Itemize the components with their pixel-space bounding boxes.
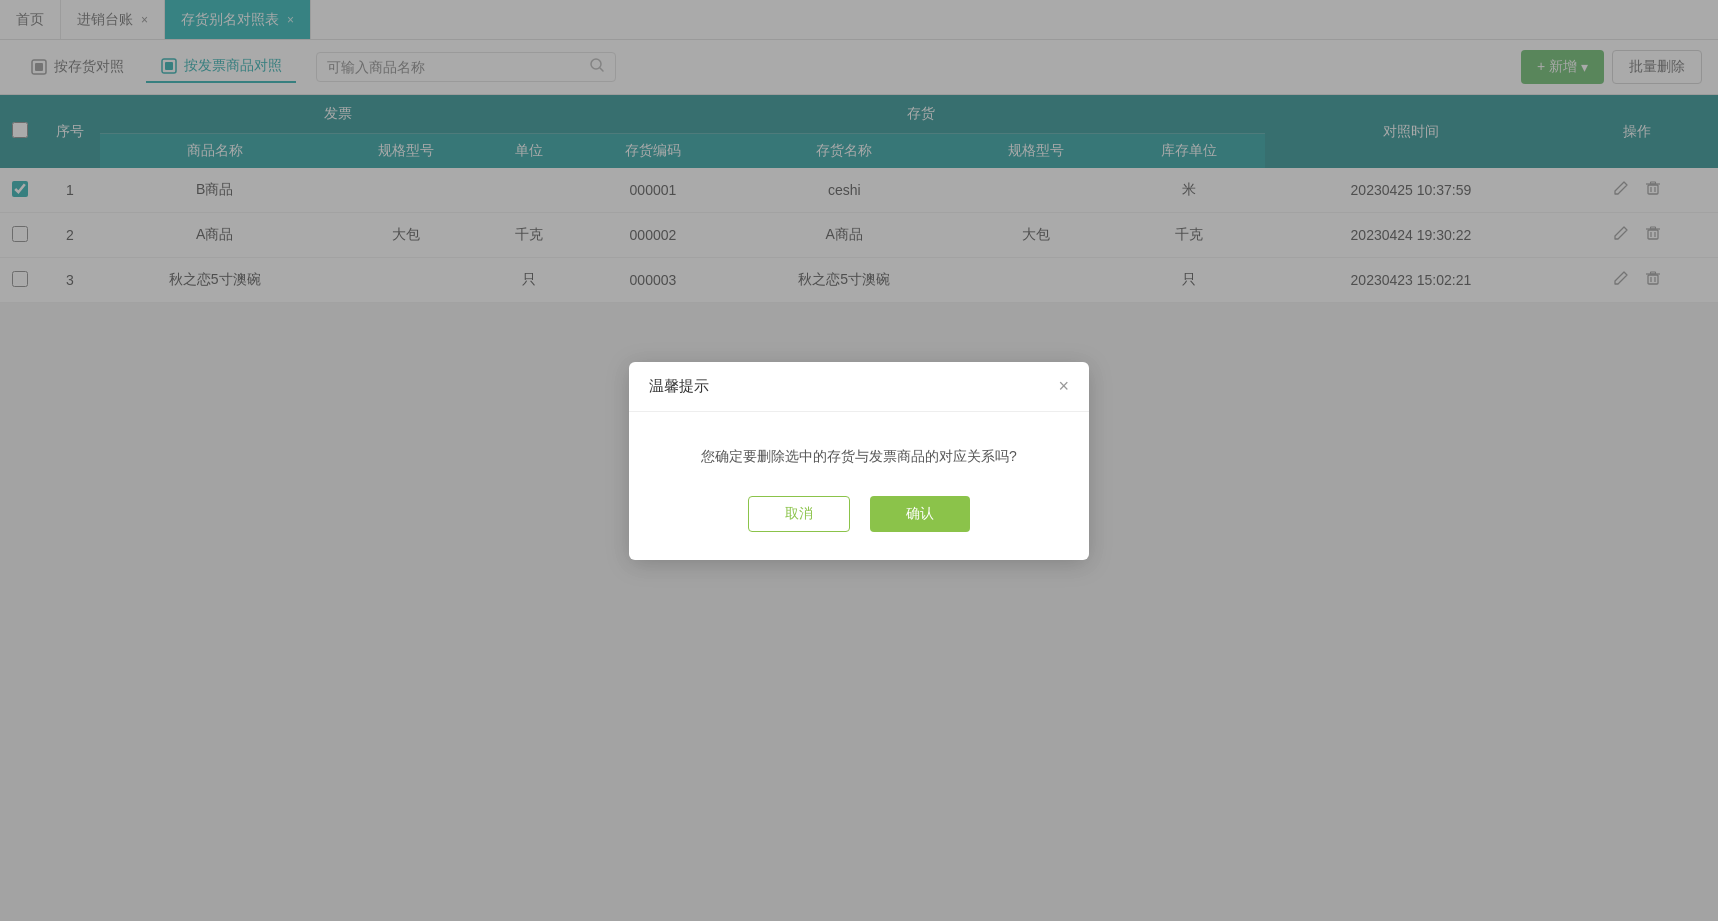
modal-overlay: 温馨提示 × 您确定要删除选中的存货与发票商品的对应关系吗? 取消 确认 bbox=[0, 0, 1718, 303]
